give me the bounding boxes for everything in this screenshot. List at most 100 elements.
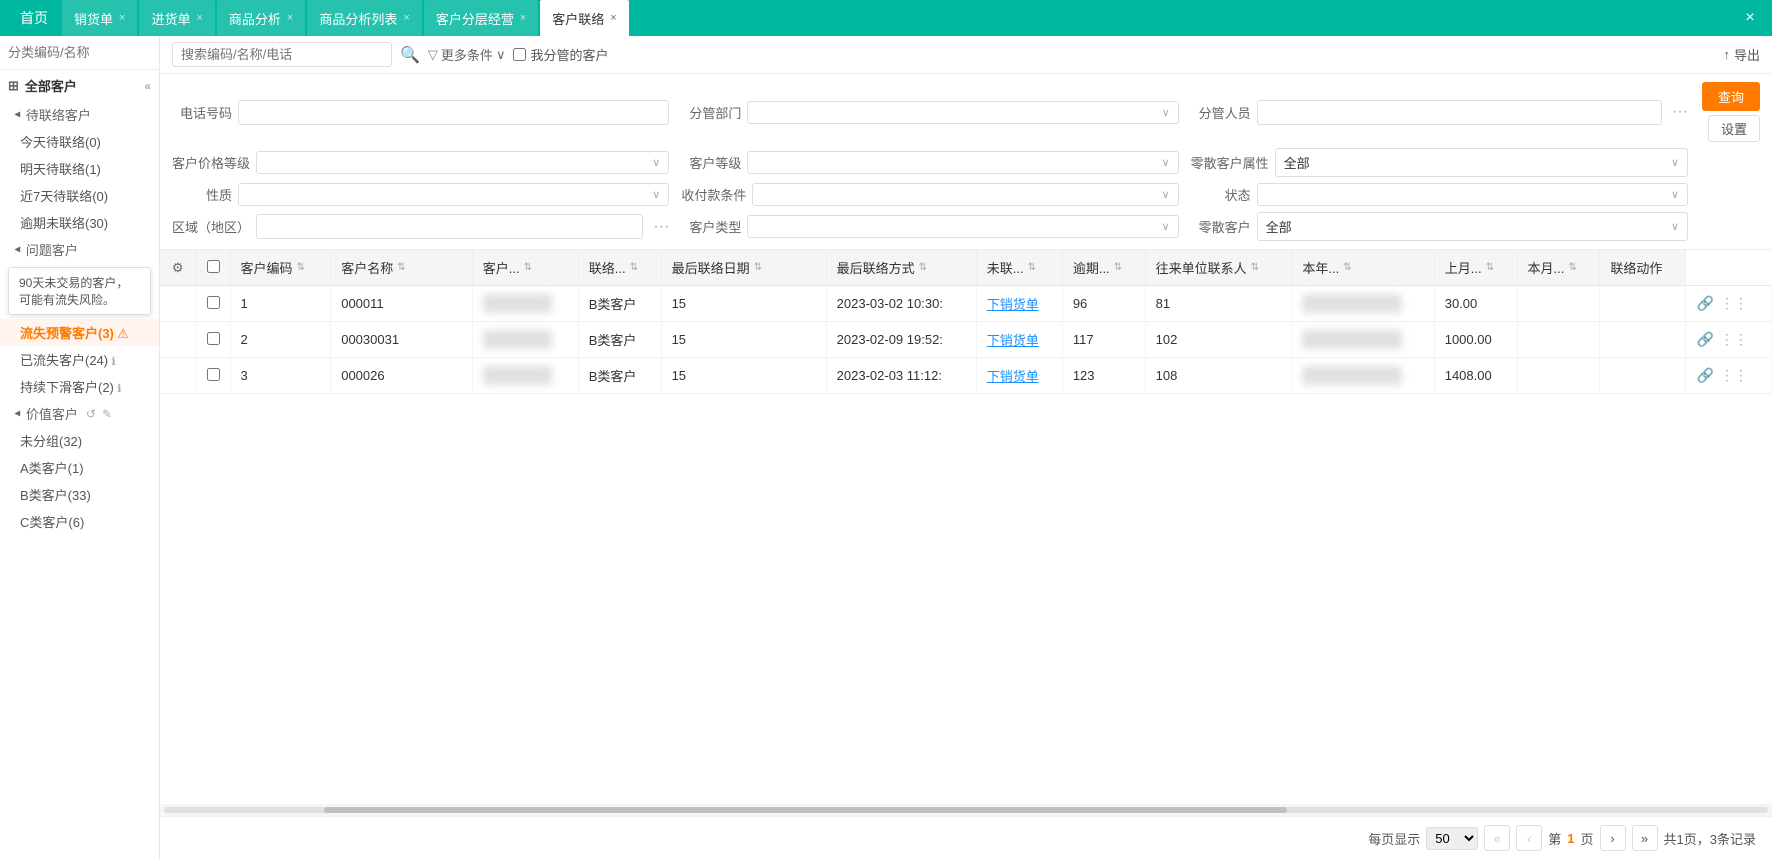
filter-search-button[interactable]: 🔍 xyxy=(400,45,420,65)
adv-field-manager-input[interactable] xyxy=(1257,100,1662,125)
export-button[interactable]: ↑ 导出 xyxy=(1723,45,1760,64)
sidebar-item-churned[interactable]: 已流失客户(24) ℹ xyxy=(0,346,159,373)
td-gear-0 xyxy=(160,286,196,322)
region-dots-icon[interactable]: ··· xyxy=(653,218,669,236)
action-link-icon-2[interactable]: 🔗 xyxy=(1696,367,1713,384)
tab-product-analysis-list[interactable]: 商品分析列表 × xyxy=(307,0,421,36)
sidebar-item-today-contact[interactable]: 今天待联络(0) xyxy=(0,128,159,155)
sidebar-item-class-a-label: A类客户(1) xyxy=(20,461,84,476)
td-last-method-0[interactable]: 下销货单 xyxy=(976,286,1062,322)
filter-search-input[interactable] xyxy=(172,42,392,67)
tab-product-analysis-close[interactable]: × xyxy=(287,12,293,24)
row-checkbox-0[interactable] xyxy=(207,296,220,309)
more-conditions-button[interactable]: ▽ 更多条件 ∨ xyxy=(428,45,506,64)
tab-purchaseorder-close[interactable]: × xyxy=(196,12,202,24)
th-contact-count[interactable]: 联络... ⇅ xyxy=(578,250,661,286)
next-page-button[interactable]: › xyxy=(1600,825,1626,851)
tab-customer-contact[interactable]: 客户联络 × xyxy=(540,0,628,36)
group-value-arrow: ▼ xyxy=(11,409,22,419)
adv-field-phone-input[interactable] xyxy=(238,100,669,125)
sidebar: 🔍 ⊞ 全部客户 « ▼ 待联络客户 今天待联络(0) 明天待联络(1) 近7天… xyxy=(0,36,160,859)
adv-field-customer-level-select[interactable]: ∨ xyxy=(747,151,1178,174)
sidebar-item-overdue-contact[interactable]: 逾期未联络(30) xyxy=(0,209,159,236)
prev-page-button[interactable]: ‹ xyxy=(1516,825,1542,851)
sidebar-item-tomorrow-contact[interactable]: 明天待联络(1) xyxy=(0,155,159,182)
sidebar-item-class-b[interactable]: B类客户(33) xyxy=(0,481,159,508)
sidebar-item-class-c[interactable]: C类客户(6) xyxy=(0,508,159,535)
sidebar-search-input[interactable] xyxy=(8,45,160,60)
edit-icon[interactable]: ✎ xyxy=(102,407,112,421)
sidebar-item-churn-warning[interactable]: 流失预警客户(3) ⚠ xyxy=(0,319,159,346)
td-last-method-2[interactable]: 下销货单 xyxy=(976,358,1062,394)
th-overdue[interactable]: 逾期... ⇅ xyxy=(1062,250,1145,286)
adv-field-nature-select[interactable]: ∨ xyxy=(238,183,669,206)
action-menu-icon-2[interactable]: ⋮⋮ xyxy=(1720,367,1748,384)
th-last-date[interactable]: 最后联络日期 ⇅ xyxy=(661,250,826,286)
last-method-link-0[interactable]: 下销货单 xyxy=(987,297,1039,312)
th-last-method[interactable]: 最后联络方式 ⇅ xyxy=(826,250,976,286)
group-problem-customers[interactable]: ▼ 问题客户 xyxy=(0,236,159,263)
tab-salesorder[interactable]: 销货单 × xyxy=(62,0,137,36)
action-link-icon-0[interactable]: 🔗 xyxy=(1696,295,1713,312)
sidebar-item-ungroup[interactable]: 未分组(32) xyxy=(0,427,159,454)
row-checkbox-1[interactable] xyxy=(207,332,220,345)
group-pending-contact[interactable]: ▼ 待联络客户 xyxy=(0,101,159,128)
adv-field-dept-select[interactable]: ∨ xyxy=(747,101,1178,124)
th-name[interactable]: 客户名称 ⇅ xyxy=(331,250,473,286)
adv-field-region-input[interactable] xyxy=(256,214,643,239)
th-last-month[interactable]: 上月... ⇅ xyxy=(1434,250,1517,286)
last-page-button[interactable]: » xyxy=(1632,825,1658,851)
collapse-icon[interactable]: « xyxy=(144,79,151,93)
sidebar-item-today-contact-label: 今天待联络(0) xyxy=(20,135,101,150)
adv-field-customer-type-select[interactable]: ∨ xyxy=(747,215,1178,238)
td-checkbox-1[interactable] xyxy=(196,322,230,358)
adv-field-payment-select[interactable]: ∨ xyxy=(752,183,1178,206)
per-page-select[interactable]: 50 20 100 xyxy=(1426,827,1478,850)
adv-field-price-level-select[interactable]: ∨ xyxy=(256,151,669,174)
manager-dots-icon[interactable]: ··· xyxy=(1672,103,1688,121)
th-contact2[interactable]: 往来单位联系人 ⇅ xyxy=(1145,250,1292,286)
td-gear-2 xyxy=(160,358,196,394)
action-menu-icon-1[interactable]: ⋮⋮ xyxy=(1720,331,1748,348)
tab-product-analysis[interactable]: 商品分析 × xyxy=(217,0,305,36)
sidebar-item-declining[interactable]: 持续下滑客户(2) ℹ xyxy=(0,373,159,400)
sidebar-item-class-a[interactable]: A类客户(1) xyxy=(0,454,159,481)
settings-button[interactable]: 设置 xyxy=(1708,115,1760,142)
row-checkbox-2[interactable] xyxy=(207,368,220,381)
action-link-icon-1[interactable]: 🔗 xyxy=(1696,331,1713,348)
tab-customer-layered[interactable]: 客户分层经营 × xyxy=(424,0,538,36)
th-type[interactable]: 客户... ⇅ xyxy=(472,250,578,286)
group-value-customers[interactable]: ▼ 价值客户 ↺ ✎ xyxy=(0,400,159,427)
td-checkbox-2[interactable] xyxy=(196,358,230,394)
refresh-icon[interactable]: ↺ xyxy=(86,407,96,421)
adv-field-retail-select[interactable]: 全部 ∨ xyxy=(1257,212,1688,241)
adv-field-status-select[interactable]: ∨ xyxy=(1257,183,1688,206)
query-button[interactable]: 查询 xyxy=(1702,82,1760,111)
last-method-link-2[interactable]: 下销货单 xyxy=(987,369,1039,384)
my-customers-filter[interactable]: 我分管的客户 xyxy=(513,45,608,64)
my-customers-checkbox[interactable] xyxy=(513,48,526,61)
sidebar-item-churned-label: 已流失客户(24) xyxy=(20,353,108,368)
action-menu-icon-0[interactable]: ⋮⋮ xyxy=(1720,295,1748,312)
adv-field-retail-attr-select[interactable]: 全部 ∨ xyxy=(1275,148,1688,177)
th-uncontacted[interactable]: 未联... ⇅ xyxy=(976,250,1062,286)
th-this-month[interactable]: 本月... ⇅ xyxy=(1517,250,1600,286)
last-method-link-1[interactable]: 下销货单 xyxy=(987,333,1039,348)
first-page-button[interactable]: « xyxy=(1484,825,1510,851)
scrollbar-thumb[interactable] xyxy=(324,807,1286,813)
horizontal-scrollbar[interactable] xyxy=(160,804,1772,816)
all-customers-header[interactable]: ⊞ 全部客户 « xyxy=(0,70,159,101)
sidebar-item-7day-contact[interactable]: 近7天待联络(0) xyxy=(0,182,159,209)
home-tab[interactable]: 首页 xyxy=(8,0,60,36)
window-close-button[interactable]: × xyxy=(1736,4,1764,32)
tab-customer-layered-close[interactable]: × xyxy=(520,12,526,24)
select-all-checkbox[interactable] xyxy=(207,260,220,273)
td-last-method-1[interactable]: 下销货单 xyxy=(976,322,1062,358)
tab-product-analysis-list-close[interactable]: × xyxy=(403,12,409,24)
th-code[interactable]: 客户编码 ⇅ xyxy=(230,250,331,286)
tab-purchaseorder[interactable]: 进货单 × xyxy=(139,0,214,36)
tab-customer-contact-close[interactable]: × xyxy=(610,12,616,24)
th-year-amount[interactable]: 本年... ⇅ xyxy=(1292,250,1434,286)
td-checkbox-0[interactable] xyxy=(196,286,230,322)
tab-salesorder-close[interactable]: × xyxy=(119,12,125,24)
